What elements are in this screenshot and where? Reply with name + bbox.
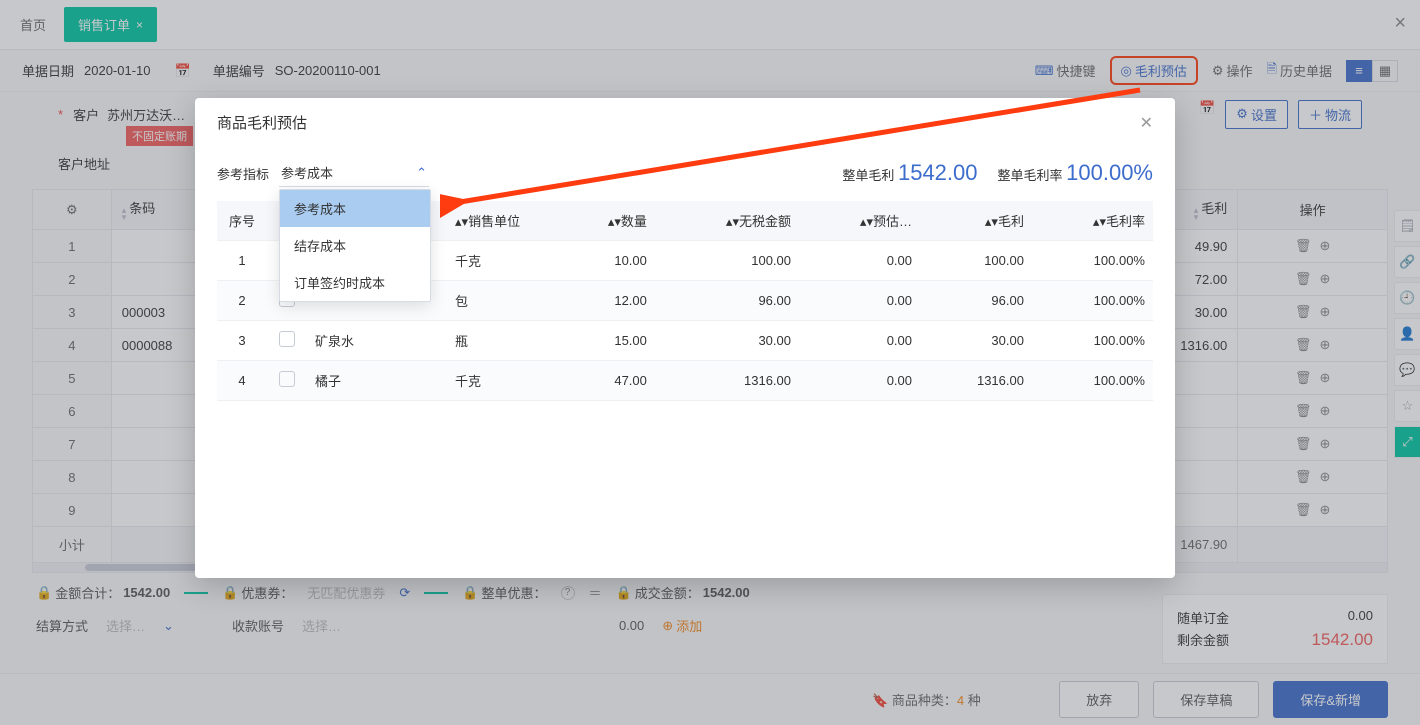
th-notax[interactable]: ▴▾无税金额 [655, 201, 799, 241]
reference-dropdown: 参考成本 结存成本 订单签约时成本 [279, 189, 431, 302]
th-qty[interactable]: ▴▾数量 [557, 201, 655, 241]
th-profit[interactable]: ▴▾毛利 [920, 201, 1032, 241]
th-rate[interactable]: ▴▾毛利率 [1032, 201, 1153, 241]
option-balance-cost[interactable]: 结存成本 [280, 227, 430, 264]
total-rate-label: 整单毛利率 [998, 168, 1063, 183]
total-profit-label: 整单毛利 [842, 168, 894, 183]
row-checkbox[interactable] [279, 331, 295, 347]
profit-row: 4橘子千克47.001316.000.001316.00100.00% [217, 361, 1153, 401]
row-checkbox[interactable] [279, 371, 295, 387]
option-contract-cost[interactable]: 订单签约时成本 [280, 264, 430, 301]
chevron-up-icon: ⌃ [416, 165, 427, 181]
option-reference-cost[interactable]: 参考成本 [280, 190, 430, 227]
reference-label: 参考指标 [217, 164, 269, 183]
modal-title: 商品毛利预估 [217, 112, 307, 133]
modal-close-icon[interactable]: ✕ [1140, 113, 1153, 133]
th-est[interactable]: ▴▾预估… [799, 201, 920, 241]
total-profit-value: 1542.00 [898, 160, 978, 185]
th-seq[interactable]: 序号 [217, 201, 267, 241]
reference-select[interactable]: 参考成本 ⌃ 参考成本 结存成本 订单签约时成本 [279, 159, 429, 187]
reference-value: 参考成本 [281, 163, 333, 182]
profit-row: 3矿泉水瓶15.0030.000.0030.00100.00% [217, 321, 1153, 361]
th-unit[interactable]: ▴▾销售单位 [447, 201, 557, 241]
total-rate-value: 100.00% [1066, 160, 1153, 185]
profit-estimate-modal: 商品毛利预估 ✕ 参考指标 参考成本 ⌃ 参考成本 结存成本 订单签约时成本 整… [195, 98, 1175, 578]
